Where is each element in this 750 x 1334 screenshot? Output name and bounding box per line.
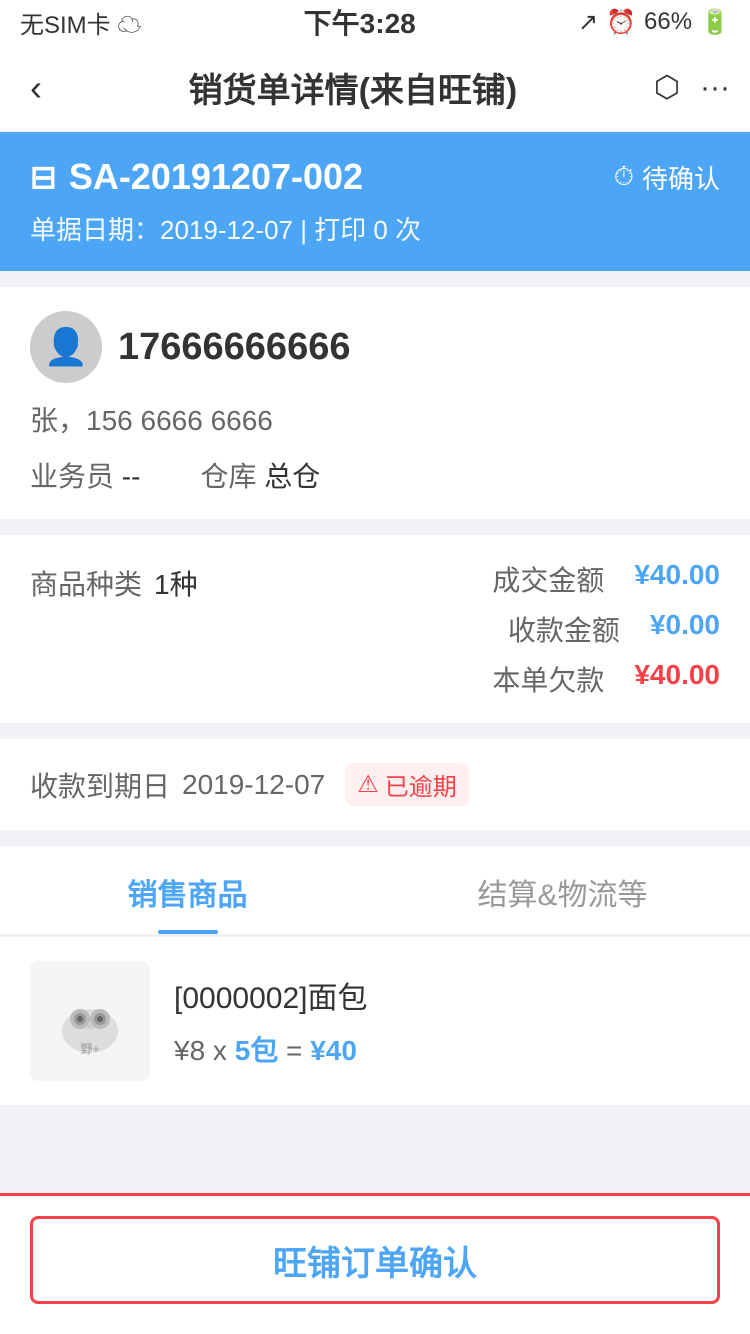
bottom-bar: 旺铺订单确认: [0, 1193, 750, 1334]
status-left: 无SIM卡 ☁: [20, 5, 141, 40]
product-item: 野+ [0000002]面包 ¥8 x 5包 = ¥40: [0, 937, 750, 1106]
tab-sales-products[interactable]: 销售商品: [0, 846, 375, 934]
warehouse-label: 仓库: [200, 461, 256, 492]
product-total: ¥40: [310, 1035, 357, 1066]
amounts: 成交金额 ¥40.00 收款金额 ¥0.00 本单欠款 ¥40.00: [492, 559, 720, 699]
location-icon: ↗: [578, 8, 598, 37]
product-types: 商品种类 1种: [30, 559, 198, 603]
warehouse-item: 仓库 总仓: [200, 455, 320, 495]
confirm-button-label: 旺铺订单确认: [273, 1236, 477, 1285]
product-thumbnail: 野+: [30, 961, 150, 1081]
share-icon[interactable]: ⬡: [654, 70, 680, 105]
order-id: ⊟ SA-20191207-002: [30, 156, 363, 198]
product-eq: =: [278, 1035, 310, 1066]
product-name: [0000002]面包: [174, 973, 720, 1017]
salesperson-item: 业务员 --: [30, 455, 140, 495]
salesperson-label: 业务员: [30, 461, 114, 492]
owe-amount-row: 本单欠款 ¥40.00: [492, 659, 720, 699]
more-icon[interactable]: ···: [700, 71, 730, 105]
tabs-bar: 销售商品 结算&物流等: [0, 846, 750, 935]
received-amount-label: 收款金额: [508, 609, 620, 649]
product-unit-price: ¥8 x: [174, 1035, 235, 1066]
tab-sales-label: 销售商品: [128, 879, 248, 912]
tab-settle-label: 结算&物流等: [477, 879, 647, 912]
due-date-value: 2019-12-07: [182, 769, 325, 801]
deal-amount-value: ¥40.00: [634, 559, 720, 599]
order-status-badge: ⏱ 待确认: [614, 159, 720, 196]
salesperson-value: --: [122, 461, 141, 492]
overdue-text: 已逾期: [385, 767, 457, 802]
customer-phone: 17666666666: [118, 326, 350, 369]
product-types-value: 1种: [154, 563, 198, 603]
warning-icon: ⚠: [357, 770, 379, 799]
back-button[interactable]: ‹: [20, 57, 52, 119]
deal-amount-row: 成交金额 ¥40.00: [492, 559, 720, 599]
received-amount-row: 收款金额 ¥0.00: [508, 609, 720, 649]
product-price: ¥8 x 5包 = ¥40: [174, 1029, 720, 1069]
product-info: [0000002]面包 ¥8 x 5包 = ¥40: [174, 973, 720, 1069]
customer-name: 张，156 6666 6666: [30, 399, 720, 439]
alarm-icon: ⏰: [606, 8, 636, 37]
received-amount-value: ¥0.00: [650, 609, 720, 649]
overdue-badge: ⚠ 已逾期: [345, 763, 469, 806]
nav-actions: ⬡ ···: [654, 70, 730, 105]
customer-meta: 业务员 -- 仓库 总仓: [30, 455, 720, 495]
product-qty: 5包: [235, 1035, 279, 1066]
warehouse-value: 总仓: [264, 461, 320, 492]
status-time: 下午3:28: [304, 2, 416, 42]
summary-card: 商品种类 1种 成交金额 ¥40.00 收款金额 ¥0.00 本单欠款 ¥40.…: [0, 535, 750, 723]
due-date-label: 收款到期日: [30, 765, 170, 805]
avatar-icon: 👤: [44, 326, 89, 368]
owe-amount-value: ¥40.00: [634, 659, 720, 699]
customer-top: 👤 17666666666: [30, 311, 720, 383]
order-header-card: ⊟ SA-20191207-002 ⏱ 待确认 单据日期：2019-12-07 …: [0, 132, 750, 271]
order-icon: ⊟: [30, 158, 57, 196]
product-image-icon: 野+: [50, 981, 130, 1061]
owe-amount-label: 本单欠款: [492, 659, 604, 699]
svg-text:野+: 野+: [80, 1042, 99, 1056]
nav-bar: ‹ 销货单详情(来自旺铺) ⬡ ···: [0, 44, 750, 132]
avatar: 👤: [30, 311, 102, 383]
battery-label: 66%: [644, 8, 692, 36]
order-id-text: SA-20191207-002: [69, 156, 363, 198]
product-types-label: 商品种类: [30, 563, 142, 603]
clock-icon: ⏱: [614, 161, 634, 193]
order-date-meta: 单据日期：2019-12-07 | 打印 0 次: [30, 210, 720, 247]
status-bar: 无SIM卡 ☁ 下午3:28 ↗ ⏰ 66% 🔋: [0, 0, 750, 44]
order-header-top: ⊟ SA-20191207-002 ⏱ 待确认: [30, 156, 720, 198]
customer-card: 👤 17666666666 张，156 6666 6666 业务员 -- 仓库 …: [0, 287, 750, 519]
order-status-text: 待确认: [642, 159, 720, 196]
tab-settle[interactable]: 结算&物流等: [375, 846, 750, 934]
no-sim-label: 无SIM卡 ☁: [20, 5, 141, 40]
product-list: 野+ [0000002]面包 ¥8 x 5包 = ¥40: [0, 937, 750, 1106]
nav-title: 销货单详情(来自旺铺): [52, 63, 654, 112]
wangpu-confirm-button[interactable]: 旺铺订单确认: [30, 1216, 720, 1304]
due-date-card: 收款到期日 2019-12-07 ⚠ 已逾期: [0, 739, 750, 830]
deal-amount-label: 成交金额: [492, 559, 604, 599]
battery-icon: 🔋: [700, 8, 730, 37]
status-right: ↗ ⏰ 66% 🔋: [578, 8, 730, 37]
